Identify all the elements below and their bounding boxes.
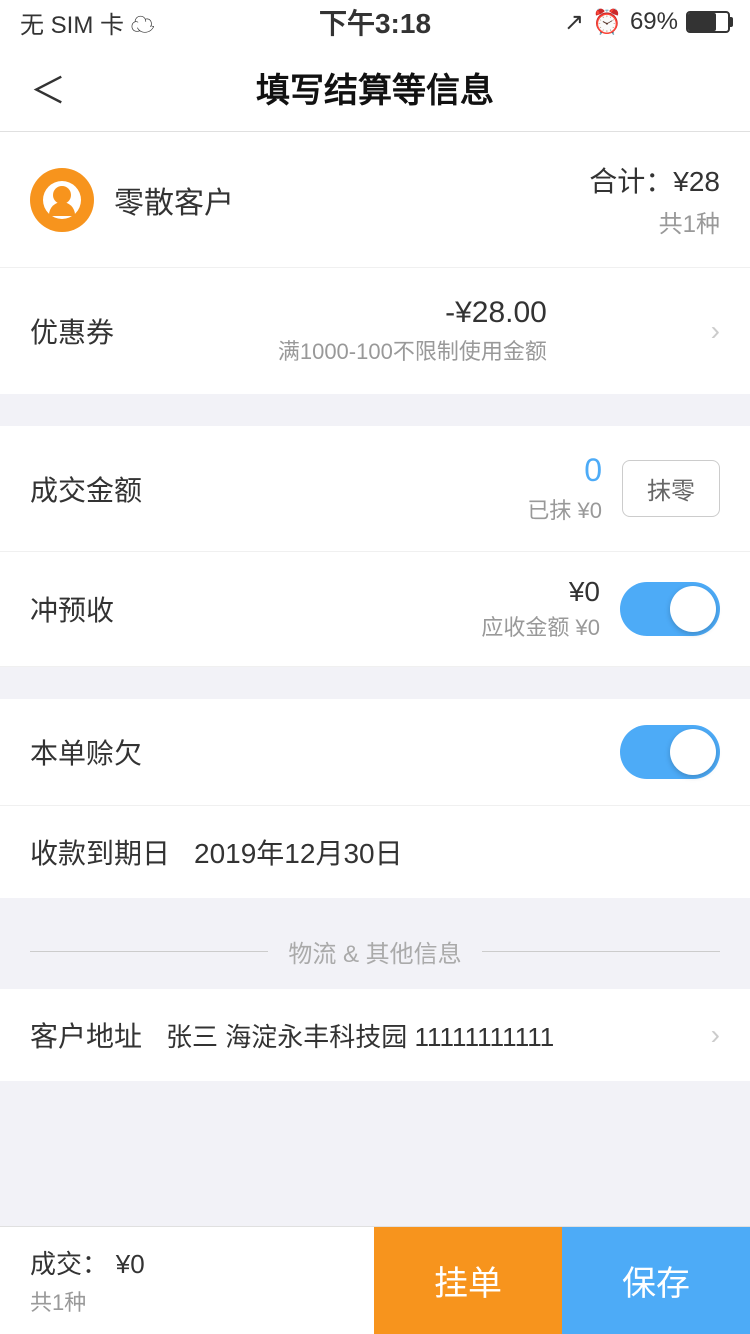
bottom-info: 成交： ¥0 共1种 xyxy=(0,1227,374,1334)
avatar xyxy=(30,168,94,232)
divider-line-right xyxy=(482,951,720,952)
bottom-deal-label: 成交： xyxy=(30,1249,108,1279)
due-date-value: 2019年12月30日 xyxy=(194,832,403,872)
debt-row: 本单赊欠 xyxy=(0,699,750,805)
address-section: 客户地址 张三 海淀永丰科技园 11111111111 › xyxy=(0,989,750,1081)
logistics-divider: 物流 & 其他信息 xyxy=(30,934,720,969)
customer-left: 零散客户 xyxy=(30,168,234,232)
coupon-amount: -¥28.00 xyxy=(278,296,547,330)
due-date-label: 收款到期日 xyxy=(30,832,170,872)
status-time: 下午3:18 xyxy=(319,2,431,42)
deal-amount-sub: 已抹 ¥0 xyxy=(527,493,602,525)
customer-row: 零散客户 合计：¥28 共1种 xyxy=(0,132,750,267)
precollect-amount-wrap: ¥0 应收金额 ¥0 xyxy=(481,576,600,642)
back-button[interactable]: ＜ xyxy=(30,62,66,114)
debt-toggle[interactable] xyxy=(620,725,720,779)
debt-toggle-thumb xyxy=(670,729,716,775)
address-right: › xyxy=(711,1019,720,1051)
deal-amount-right: 0 已抹 ¥0 抹零 xyxy=(527,452,720,525)
bottom-buttons: 挂单 保存 xyxy=(374,1227,750,1334)
address-value: 张三 海淀永丰科技园 11111111111 xyxy=(166,1017,711,1054)
address-chevron-icon: › xyxy=(711,1019,720,1051)
save-button[interactable]: 保存 xyxy=(562,1227,750,1334)
address-row[interactable]: 客户地址 张三 海淀永丰科技园 11111111111 › xyxy=(0,989,750,1081)
battery-percent: 69% xyxy=(630,8,678,36)
precollect-label: 冲预收 xyxy=(30,589,114,629)
customer-right: 合计：¥28 共1种 xyxy=(589,160,720,239)
coupon-right-wrap: -¥28.00 满1000-100不限制使用金额 xyxy=(278,296,547,366)
deal-amount-col: 0 已抹 ¥0 xyxy=(527,452,602,525)
coupon-row[interactable]: 优惠券 -¥28.00 满1000-100不限制使用金额 › xyxy=(0,267,750,394)
round-button[interactable]: 抹零 xyxy=(622,460,720,517)
deal-amount-row: 成交金额 0 已抹 ¥0 抹零 xyxy=(0,426,750,552)
status-bar: 无 SIM 卡 ☁ 下午3:18 ↗ ⏰ 69% xyxy=(0,0,750,44)
customer-card: 零散客户 合计：¥28 共1种 优惠券 -¥28.00 满1000-100不限制… xyxy=(0,132,750,394)
sim-label: 无 SIM 卡 ☁ xyxy=(20,5,155,40)
precollect-row: 冲预收 ¥0 应收金额 ¥0 xyxy=(0,552,750,667)
bottom-bar: 成交： ¥0 共1种 挂单 保存 xyxy=(0,1226,750,1334)
alarm-icon: ⏰ xyxy=(592,8,622,37)
deal-section: 成交金额 0 已抹 ¥0 抹零 冲预收 ¥0 应收金额 ¥0 xyxy=(0,426,750,667)
bottom-deal-row: 成交： ¥0 xyxy=(30,1244,344,1281)
coupon-desc: 满1000-100不限制使用金额 xyxy=(278,334,547,366)
due-date-row: 收款到期日 2019年12月30日 xyxy=(0,805,750,898)
status-right: ↗ ⏰ 69% xyxy=(564,8,730,37)
address-label: 客户地址 xyxy=(30,1015,142,1055)
location-icon: ↗ xyxy=(564,8,584,37)
avatar-icon xyxy=(43,181,81,219)
bottom-deal-amount: ¥0 xyxy=(116,1249,145,1279)
precollect-toggle[interactable] xyxy=(620,582,720,636)
section-divider-1 xyxy=(0,410,750,426)
debt-section: 本单赊欠 收款到期日 2019年12月30日 xyxy=(0,699,750,898)
total-count: 共1种 xyxy=(589,204,720,239)
logistics-divider-section: 物流 & 其他信息 xyxy=(0,914,750,989)
coupon-label: 优惠券 xyxy=(30,311,114,351)
precollect-sub: 应收金额 ¥0 xyxy=(481,610,600,642)
spacer-bottom xyxy=(0,1097,750,1217)
nav-bar: ＜ 填写结算等信息 xyxy=(0,44,750,132)
page-title: 填写结算等信息 xyxy=(256,63,494,112)
customer-name: 零散客户 xyxy=(114,178,234,222)
bottom-count: 共1种 xyxy=(30,1285,344,1317)
chevron-right-icon: › xyxy=(711,315,720,347)
deal-amount-value[interactable]: 0 xyxy=(527,452,602,489)
section-divider-2 xyxy=(0,683,750,699)
precollect-amount: ¥0 xyxy=(481,576,600,608)
total-amount: 合计：¥28 xyxy=(589,160,720,200)
battery-icon xyxy=(686,11,730,33)
toggle-thumb xyxy=(670,586,716,632)
divider-line-left xyxy=(30,951,268,952)
deal-amount-label: 成交金额 xyxy=(30,469,142,509)
precollect-right: ¥0 应收金额 ¥0 xyxy=(481,576,720,642)
debt-label: 本单赊欠 xyxy=(30,732,142,772)
hold-button[interactable]: 挂单 xyxy=(374,1227,562,1334)
status-left: 无 SIM 卡 ☁ xyxy=(20,5,155,40)
logistics-label: 物流 & 其他信息 xyxy=(288,934,461,969)
